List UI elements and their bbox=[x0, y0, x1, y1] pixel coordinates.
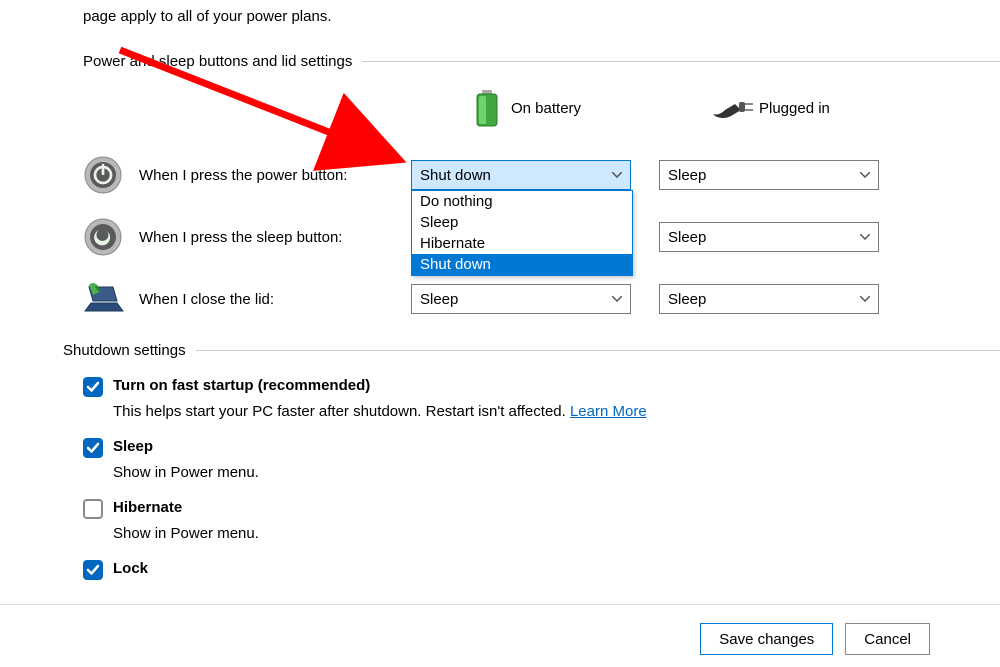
checkbox-desc: Show in Power menu. bbox=[113, 525, 1000, 542]
row-label: When I press the sleep button: bbox=[139, 229, 411, 246]
section-title: Power and sleep buttons and lid settings bbox=[83, 53, 352, 70]
battery-icon bbox=[463, 88, 511, 128]
checkbox-hibernate[interactable] bbox=[83, 499, 103, 519]
select-value: Sleep bbox=[420, 291, 458, 308]
chevron-down-icon bbox=[612, 170, 622, 180]
select-value: Sleep bbox=[668, 167, 706, 184]
section-power-buttons-header: Power and sleep buttons and lid settings bbox=[83, 53, 1000, 70]
select-power-plugged[interactable]: Sleep bbox=[659, 160, 879, 190]
learn-more-link[interactable]: Learn More bbox=[570, 403, 647, 420]
laptop-lid-icon bbox=[83, 281, 139, 317]
checkbox-lock[interactable] bbox=[83, 560, 103, 580]
column-on-battery: On battery bbox=[463, 88, 711, 128]
divider bbox=[362, 61, 1000, 62]
checkbox-label: Turn on fast startup (recommended) bbox=[113, 377, 370, 394]
footer-divider bbox=[0, 604, 1000, 605]
save-button[interactable]: Save changes bbox=[700, 623, 833, 655]
checkbox-label: Sleep bbox=[113, 438, 153, 455]
cancel-button[interactable]: Cancel bbox=[845, 623, 930, 655]
select-value: Shut down bbox=[420, 167, 491, 184]
chevron-down-icon bbox=[860, 232, 870, 242]
sleep-button-icon bbox=[83, 217, 139, 257]
section-shutdown-header: Shutdown settings bbox=[63, 342, 1000, 359]
column-plugged-in: Plugged in bbox=[711, 94, 959, 122]
select-lid-battery[interactable]: Sleep bbox=[411, 284, 631, 314]
power-button-icon bbox=[83, 155, 139, 195]
checkbox-label: Lock bbox=[113, 560, 148, 577]
select-sleep-plugged[interactable]: Sleep bbox=[659, 222, 879, 252]
chevron-down-icon bbox=[860, 294, 870, 304]
dropdown-item-do-nothing[interactable]: Do nothing bbox=[412, 191, 632, 212]
dropdown-item-sleep[interactable]: Sleep bbox=[412, 212, 632, 233]
checkbox-fast-startup[interactable] bbox=[83, 377, 103, 397]
column-label: Plugged in bbox=[759, 100, 830, 117]
checkbox-label: Hibernate bbox=[113, 499, 182, 516]
chevron-down-icon bbox=[612, 294, 622, 304]
dropdown-item-shut-down[interactable]: Shut down bbox=[412, 254, 632, 275]
row-label: When I press the power button: bbox=[139, 167, 411, 184]
checkbox-sleep[interactable] bbox=[83, 438, 103, 458]
select-power-battery[interactable]: Shut down Do nothing Sleep Hibernate Shu… bbox=[411, 160, 631, 190]
select-lid-plugged[interactable]: Sleep bbox=[659, 284, 879, 314]
section-title: Shutdown settings bbox=[63, 342, 186, 359]
checkbox-desc: This helps start your PC faster after sh… bbox=[113, 403, 1000, 420]
row-close-lid: When I close the lid: Sleep Sleep bbox=[83, 280, 1000, 318]
select-value: Sleep bbox=[668, 229, 706, 246]
column-label: On battery bbox=[511, 100, 581, 117]
row-label: When I close the lid: bbox=[139, 291, 411, 308]
dropdown-item-hibernate[interactable]: Hibernate bbox=[412, 233, 632, 254]
select-value: Sleep bbox=[668, 291, 706, 308]
row-power-button: When I press the power button: Shut down… bbox=[83, 156, 1000, 194]
intro-text: page apply to all of your power plans. bbox=[83, 8, 1000, 25]
divider bbox=[196, 350, 1000, 351]
dropdown-list: Do nothing Sleep Hibernate Shut down bbox=[411, 190, 633, 276]
chevron-down-icon bbox=[860, 170, 870, 180]
plug-icon bbox=[711, 94, 759, 122]
checkbox-desc: Show in Power menu. bbox=[113, 464, 1000, 481]
